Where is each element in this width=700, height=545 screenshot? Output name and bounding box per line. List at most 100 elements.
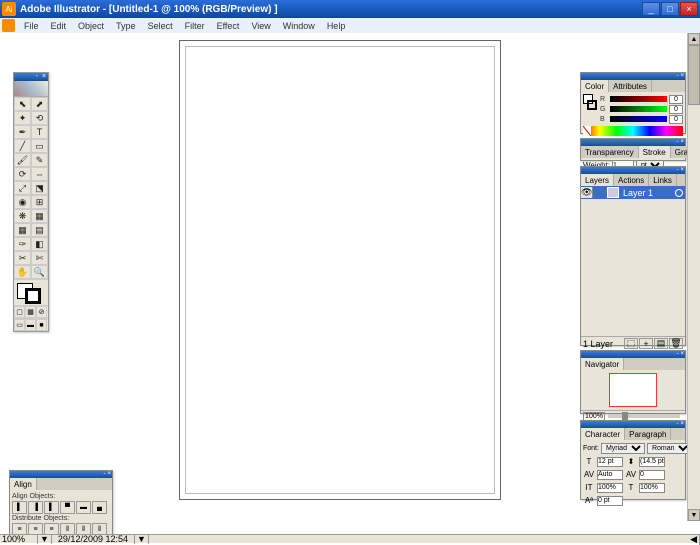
pen-tool[interactable]: ✒ [14, 125, 31, 139]
align-vcenter-btn[interactable]: ▬ [76, 501, 91, 514]
nav-zoom-slider[interactable] [608, 414, 680, 418]
screen-std-btn[interactable]: ▭ [14, 319, 25, 331]
vertical-scrollbar[interactable]: ▲ ▼ [687, 33, 700, 521]
scroll-thumb[interactable] [688, 45, 700, 105]
gradient-tool[interactable]: ▤ [31, 223, 48, 237]
menu-window[interactable]: Window [277, 21, 321, 31]
b-value[interactable]: 0 [669, 115, 683, 124]
panel-close-icon[interactable]: × [679, 167, 685, 174]
zoom-tool[interactable]: 🔍 [31, 265, 48, 279]
reflect-tool[interactable]: ⇔ [31, 167, 48, 181]
eyedropper-tool[interactable]: ✑ [14, 237, 31, 251]
layer-row[interactable]: 👁 Layer 1 [581, 186, 685, 199]
hscale-input[interactable] [639, 483, 665, 493]
artboard[interactable] [179, 40, 501, 500]
scale-tool[interactable]: ⤢ [14, 181, 31, 195]
fill-stroke-swatch[interactable] [14, 279, 48, 305]
panel-close-icon[interactable]: × [679, 421, 685, 428]
visibility-icon[interactable]: 👁 [581, 187, 593, 198]
tab-actions[interactable]: Actions [614, 174, 649, 186]
menu-effect[interactable]: Effect [211, 21, 246, 31]
magic-wand-tool[interactable]: ✦ [14, 111, 31, 125]
baseline-input[interactable] [597, 496, 623, 506]
font-select[interactable]: Myriad [601, 443, 645, 454]
shear-tool[interactable]: ⬔ [31, 181, 48, 195]
screen-full-menu-btn[interactable]: ▬ [25, 319, 36, 331]
selection-tool[interactable]: ⬉ [14, 97, 31, 111]
slice-tool[interactable]: ✂ [14, 251, 31, 265]
none-mode-btn[interactable]: ⊘ [36, 306, 47, 318]
panel-close-icon[interactable]: × [679, 73, 685, 80]
close-button[interactable]: × [680, 2, 698, 16]
align-hcenter-btn[interactable]: ▐ [28, 501, 43, 514]
rectangle-tool[interactable]: ▭ [31, 139, 48, 153]
direct-selection-tool[interactable]: ⬈ [31, 97, 48, 111]
menu-type[interactable]: Type [110, 21, 142, 31]
vscale-input[interactable] [597, 483, 623, 493]
toolbox-close-icon[interactable]: × [40, 73, 48, 81]
graph-tool[interactable]: ▦ [31, 209, 48, 223]
scroll-up-icon[interactable]: ▲ [688, 33, 700, 45]
blend-tool[interactable]: ◧ [31, 237, 48, 251]
symbol-sprayer-tool[interactable]: ❋ [14, 209, 31, 223]
screen-full-btn[interactable]: ■ [36, 319, 47, 331]
menu-file[interactable]: File [18, 21, 45, 31]
scroll-down-icon[interactable]: ▼ [688, 509, 700, 521]
lasso-tool[interactable]: ⟲ [31, 111, 48, 125]
type-tool[interactable]: T [31, 125, 48, 139]
align-bottom-btn[interactable]: ▄ [92, 501, 107, 514]
style-select[interactable]: Roman [647, 443, 692, 454]
tab-align[interactable]: Align [10, 478, 37, 490]
tab-transparency[interactable]: Transparency [581, 146, 639, 158]
tab-paragraph[interactable]: Paragraph [625, 428, 671, 440]
paintbrush-tool[interactable]: 🖌 [14, 153, 31, 167]
minimize-button[interactable]: _ [642, 2, 660, 16]
tab-stroke[interactable]: Stroke [639, 146, 671, 158]
r-slider[interactable] [610, 96, 667, 102]
panel-close-icon[interactable]: × [106, 471, 112, 478]
kerning-input[interactable] [597, 470, 623, 480]
r-value[interactable]: 0 [669, 95, 683, 104]
tab-navigator[interactable]: Navigator [581, 358, 624, 370]
new-sublayer-btn[interactable]: + [639, 338, 653, 349]
hand-tool[interactable]: ✋ [14, 265, 31, 279]
free-transform-tool[interactable]: ⊞ [31, 195, 48, 209]
size-input[interactable] [597, 457, 623, 467]
menu-edit[interactable]: Edit [45, 21, 73, 31]
nav-thumbnail[interactable] [609, 373, 657, 407]
layer-name[interactable]: Layer 1 [621, 188, 675, 198]
menu-filter[interactable]: Filter [179, 21, 211, 31]
b-slider[interactable] [610, 116, 667, 122]
spectrum-picker[interactable] [583, 126, 683, 136]
rotate-tool[interactable]: ⟳ [14, 167, 31, 181]
leading-input[interactable] [639, 457, 665, 467]
tab-character[interactable]: Character [581, 428, 625, 440]
tab-layers[interactable]: Layers [581, 174, 614, 186]
tab-color[interactable]: Color [581, 80, 609, 92]
tab-attributes[interactable]: Attributes [609, 80, 652, 92]
panel-close-icon[interactable]: × [679, 139, 685, 146]
tab-links[interactable]: Links [649, 174, 677, 186]
menu-select[interactable]: Select [142, 21, 179, 31]
menu-help[interactable]: Help [321, 21, 352, 31]
menu-view[interactable]: View [245, 21, 276, 31]
pencil-tool[interactable]: ✎ [31, 153, 48, 167]
color-mode-btn[interactable]: ▢ [14, 306, 25, 318]
target-icon[interactable] [675, 189, 683, 197]
panel-close-icon[interactable]: × [679, 351, 685, 358]
delete-layer-btn[interactable]: 🗑 [669, 338, 683, 349]
mesh-tool[interactable]: ▦ [14, 223, 31, 237]
g-value[interactable]: 0 [669, 105, 683, 114]
warp-tool[interactable]: ◉ [14, 195, 31, 209]
gradient-mode-btn[interactable]: ▦ [25, 306, 36, 318]
maximize-button[interactable]: □ [661, 2, 679, 16]
align-right-btn[interactable]: ▌ [44, 501, 59, 514]
line-tool[interactable]: ╱ [14, 139, 31, 153]
new-layer-btn[interactable]: ▤ [654, 338, 668, 349]
color-fillstroke-icon[interactable] [583, 94, 597, 112]
stroke-swatch[interactable] [25, 288, 41, 304]
make-clipping-btn[interactable]: ⬚ [624, 338, 638, 349]
g-slider[interactable] [610, 106, 667, 112]
menu-object[interactable]: Object [72, 21, 110, 31]
tracking-input[interactable] [639, 470, 665, 480]
